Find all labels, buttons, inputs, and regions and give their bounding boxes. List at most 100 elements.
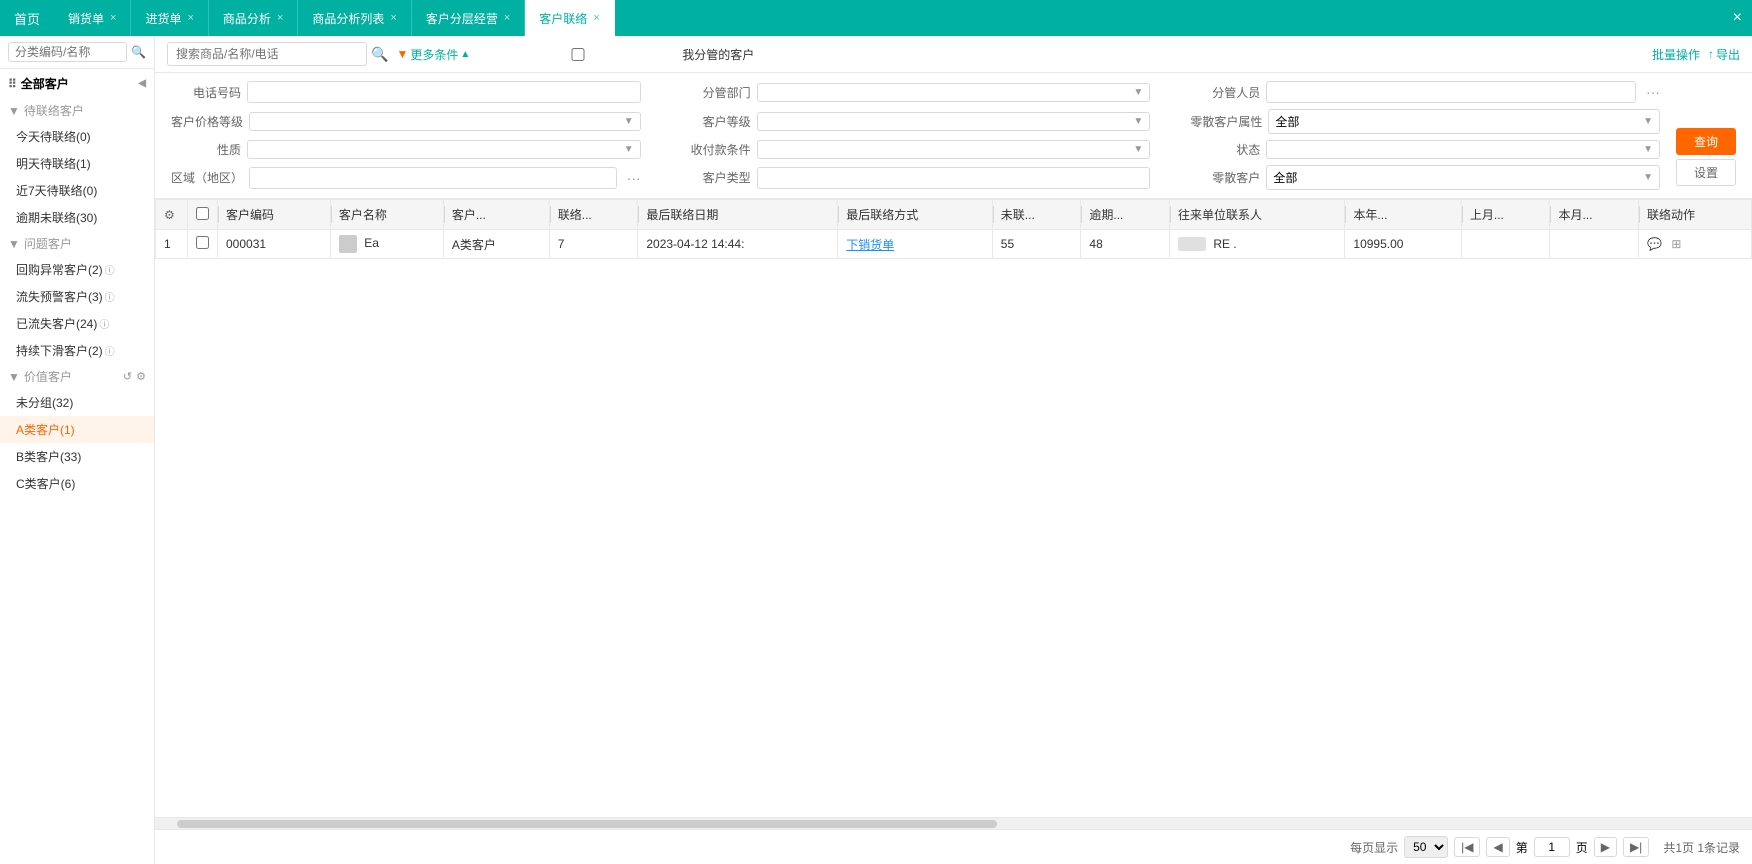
sidebar-item-churn-warning[interactable]: 流失预警客户(3) ⓘ bbox=[0, 283, 154, 310]
sidebar-item-7days[interactable]: 近7天待联络(0) bbox=[0, 177, 154, 204]
h-scroll-thumb[interactable] bbox=[177, 820, 997, 828]
filter-nature-select[interactable]: ▼ bbox=[247, 140, 641, 159]
th-not-contacted: 未联... bbox=[992, 200, 1081, 230]
sidebar-item-overdue[interactable]: 逾期未联络(30) bbox=[0, 204, 154, 231]
filter-price-select[interactable]: ▼ bbox=[249, 112, 641, 131]
first-page-btn[interactable]: |◀ bbox=[1454, 837, 1480, 857]
th-contact-person: 往来单位联系人 bbox=[1169, 200, 1344, 230]
filter-arrow-icon: ▲ bbox=[460, 49, 470, 60]
filter-customer-level-select[interactable]: ▼ bbox=[757, 112, 1151, 131]
region-dots-icon[interactable]: ··· bbox=[627, 170, 641, 186]
close-tab-0[interactable]: × bbox=[110, 12, 116, 24]
nav-tab-3[interactable]: 商品分析列表 × bbox=[298, 0, 411, 36]
my-customers-checkbox-label[interactable]: 我分管的客户 bbox=[478, 46, 754, 63]
page-number-input[interactable] bbox=[1534, 837, 1570, 857]
table-settings-icon[interactable]: ⚙ bbox=[164, 208, 175, 222]
sidebar-item-repurchase[interactable]: 回购异常客户(2) ⓘ bbox=[0, 256, 154, 283]
filter-manager-input[interactable] bbox=[1266, 81, 1636, 103]
refresh-icon[interactable]: ↺ bbox=[123, 370, 132, 383]
table-header-row: ⚙ 客户编码 客户名称 客户... 联络... 最后联络日期 最后联络方式 未联… bbox=[156, 200, 1752, 230]
filter-phone-input[interactable] bbox=[247, 81, 641, 103]
dots-icon: ⠿ bbox=[8, 77, 17, 91]
nav-tab-1[interactable]: 进货单 × bbox=[131, 0, 208, 36]
per-page-select[interactable]: 50 bbox=[1404, 836, 1448, 858]
filter-region-input[interactable] bbox=[249, 167, 617, 189]
settings-icon[interactable]: ⚙ bbox=[136, 370, 146, 383]
th-last-contact-date: 最后联络日期 bbox=[638, 200, 838, 230]
td-customer-type: A类客户 bbox=[443, 230, 549, 259]
content-area: 🔍 ▼ 更多条件 ▲ 我分管的客户 批量操作 ↑ 导出 bbox=[155, 36, 1752, 864]
sidebar-item-ungrouped[interactable]: 未分组(32) bbox=[0, 389, 154, 416]
close-tab-2[interactable]: × bbox=[277, 12, 283, 24]
query-btn[interactable]: 查询 bbox=[1676, 128, 1736, 155]
batch-operations-btn[interactable]: 批量操作 bbox=[1652, 46, 1700, 63]
horizontal-scrollbar[interactable] bbox=[155, 817, 1752, 829]
action-chat-icon[interactable]: 💬 bbox=[1647, 237, 1662, 251]
toolbar-search-icon[interactable]: 🔍 bbox=[371, 46, 388, 63]
sidebar-search-input[interactable] bbox=[8, 42, 127, 62]
filter-customer-level-label: 客户等级 bbox=[681, 113, 751, 130]
th-this-month: 本月... bbox=[1550, 200, 1639, 230]
filter-retail-customer-label: 零散客户 bbox=[1190, 169, 1260, 186]
search-input[interactable] bbox=[167, 42, 367, 66]
filter-action-btns: 查询 设置 bbox=[1676, 81, 1736, 190]
nav-tab-2[interactable]: 商品分析 × bbox=[209, 0, 298, 36]
sidebar-all-customers-header[interactable]: ⠿ 全部客户 ◀ bbox=[0, 69, 154, 98]
sidebar-search-icon[interactable]: 🔍 bbox=[131, 45, 146, 59]
nav-tab-5[interactable]: 客户联络 × bbox=[525, 0, 614, 36]
dept-arrow-icon: ▼ bbox=[1133, 87, 1143, 98]
nav-tab-4[interactable]: 客户分层经营 × bbox=[412, 0, 525, 36]
sidebar-item-a-class[interactable]: A类客户(1) bbox=[0, 416, 154, 443]
filter-status-select[interactable]: ▼ bbox=[1266, 140, 1660, 159]
last-page-btn[interactable]: ▶| bbox=[1623, 837, 1649, 857]
settings-btn[interactable]: 设置 bbox=[1676, 159, 1736, 186]
sidebar-all-customers-label: 全部客户 bbox=[21, 75, 69, 92]
filter-payment-select[interactable]: ▼ bbox=[757, 140, 1151, 159]
sidebar-item-c-class[interactable]: C类客户(6) bbox=[0, 470, 154, 497]
sidebar-item-declining[interactable]: 持续下滑客户(2) ⓘ bbox=[0, 337, 154, 364]
filter-retail-attr-select[interactable]: 全部 ▼ bbox=[1268, 109, 1660, 134]
total-label: 共1页 1条记录 bbox=[1663, 839, 1740, 856]
table-select-all-checkbox[interactable] bbox=[196, 207, 209, 220]
next-page-btn[interactable]: ▶ bbox=[1594, 837, 1617, 857]
th-last-month: 上月... bbox=[1461, 200, 1550, 230]
filter-customer-type-input[interactable] bbox=[757, 167, 1151, 189]
bottom-bar: 每页显示 50 |◀ ◀ 第 页 ▶ ▶| 共1页 1条记录 bbox=[155, 829, 1752, 864]
filter-more-btn[interactable]: ▼ 更多条件 ▲ bbox=[396, 46, 470, 63]
export-icon: ↑ bbox=[1708, 47, 1714, 61]
sidebar-item-tomorrow[interactable]: 明天待联络(1) bbox=[0, 150, 154, 177]
filter-price-level: 客户价格等级 ▼ bbox=[171, 112, 641, 131]
close-tab-3[interactable]: × bbox=[390, 12, 396, 24]
filter-region: 区域（地区） ··· bbox=[171, 167, 641, 189]
close-tab-4[interactable]: × bbox=[504, 12, 510, 24]
prev-page-btn[interactable]: ◀ bbox=[1486, 837, 1509, 857]
filter-dept-label: 分管部门 bbox=[681, 84, 751, 101]
info-icon-0: ⓘ bbox=[105, 262, 115, 277]
row-checkbox[interactable] bbox=[196, 236, 209, 249]
sidebar-problem-group[interactable]: ▼ 问题客户 bbox=[0, 231, 154, 256]
td-not-contacted: 55 bbox=[992, 230, 1081, 259]
filter-icon: ▼ bbox=[396, 47, 408, 61]
close-tab-1[interactable]: × bbox=[187, 12, 193, 24]
action-grid-icon[interactable]: ⊞ bbox=[1671, 237, 1681, 251]
manager-dots-icon[interactable]: ··· bbox=[1646, 84, 1660, 100]
last-contact-link[interactable]: 下销货单 bbox=[846, 238, 894, 252]
sidebar-item-today[interactable]: 今天待联络(0) bbox=[0, 123, 154, 150]
sidebar-item-b-class[interactable]: B类客户(33) bbox=[0, 443, 154, 470]
sidebar-value-group[interactable]: ▼ 价值客户 ↺ ⚙ bbox=[0, 364, 154, 389]
th-overdue: 逾期... bbox=[1081, 200, 1170, 230]
my-customers-checkbox[interactable] bbox=[478, 48, 678, 61]
close-tab-5[interactable]: × bbox=[593, 12, 599, 24]
sidebar-pending-group[interactable]: ▼ 待联络客户 bbox=[0, 98, 154, 123]
close-all-btn[interactable]: × bbox=[1733, 9, 1742, 27]
filter-phone-label: 电话号码 bbox=[171, 84, 241, 101]
td-checkbox[interactable] bbox=[188, 230, 218, 259]
nav-tab-0[interactable]: 销货单 × bbox=[54, 0, 131, 36]
nav-home[interactable]: 首页 bbox=[0, 0, 54, 36]
sidebar-item-churned[interactable]: 已流失客户(24) ⓘ bbox=[0, 310, 154, 337]
filter-retail-customer-select[interactable]: 全部 ▼ bbox=[1266, 165, 1660, 190]
contact-person-avatar bbox=[1178, 237, 1206, 251]
sidebar-collapse-icon[interactable]: ◀ bbox=[138, 78, 146, 89]
export-btn[interactable]: ↑ 导出 bbox=[1708, 46, 1740, 63]
filter-dept-select[interactable]: ▼ bbox=[757, 83, 1151, 102]
